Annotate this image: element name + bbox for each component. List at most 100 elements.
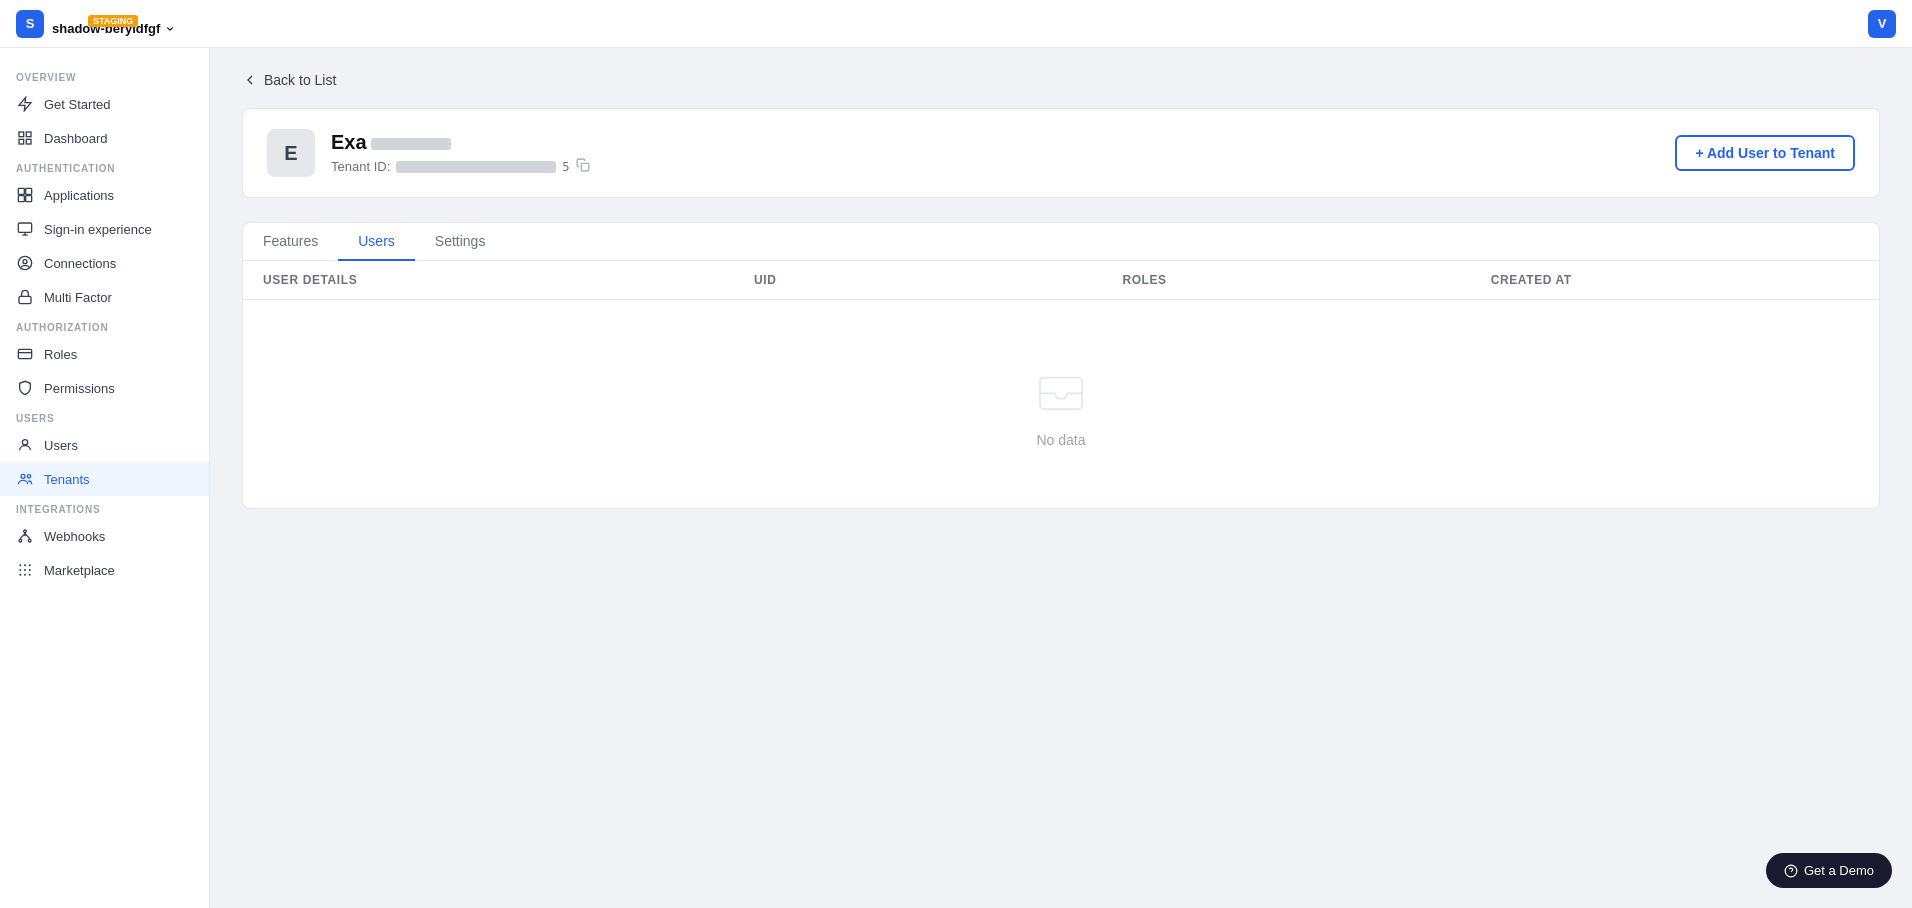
svg-rect-7 <box>18 196 24 202</box>
back-link-text: Back to List <box>264 72 336 88</box>
svg-point-31 <box>29 574 31 576</box>
col-created-at: Created At <box>1491 273 1859 287</box>
sidebar-item-label: Multi Factor <box>44 290 112 305</box>
svg-rect-9 <box>18 223 31 232</box>
sidebar-item-label: Get Started <box>44 97 110 112</box>
get-demo-button[interactable]: Get a Demo <box>1766 853 1892 888</box>
sidebar-section-overview: OVERVIEW <box>0 64 209 87</box>
staging-badge: STAGING <box>88 15 138 27</box>
svg-point-30 <box>24 574 26 576</box>
lock-icon <box>16 288 34 306</box>
sidebar-item-get-started[interactable]: Get Started <box>0 87 209 121</box>
svg-rect-32 <box>581 163 589 171</box>
svg-rect-2 <box>26 132 31 137</box>
id-card-icon <box>16 345 34 363</box>
sidebar-item-label: Marketplace <box>44 563 115 578</box>
svg-point-22 <box>28 539 31 542</box>
sidebar-item-label: Dashboard <box>44 131 108 146</box>
tab-settings[interactable]: Settings <box>415 223 506 261</box>
app-icon: S <box>16 10 44 38</box>
sidebar-item-multi-factor[interactable]: Multi Factor <box>0 280 209 314</box>
sidebar-section-authz: AUTHORIZATION <box>0 314 209 337</box>
svg-point-21 <box>19 539 22 542</box>
topbar-brand: STAGING shadow-beryldfgf <box>52 11 176 36</box>
svg-point-20 <box>24 530 27 533</box>
topbar-left: S STAGING shadow-beryldfgf <box>16 10 176 38</box>
tenant-id-label: Tenant ID: <box>331 159 390 174</box>
bolt-icon <box>16 95 34 113</box>
sidebar-section-auth: AUTHENTICATION <box>0 155 209 178</box>
svg-point-17 <box>22 440 27 445</box>
apps-icon <box>16 186 34 204</box>
grid-icon <box>16 129 34 147</box>
svg-point-24 <box>24 564 26 566</box>
sidebar: OVERVIEW Get Started Dashboard AUTHENTIC… <box>0 48 210 908</box>
sidebar-item-label: Users <box>44 438 78 453</box>
svg-point-23 <box>19 564 21 566</box>
demo-btn-label: Get a Demo <box>1804 863 1874 878</box>
col-user-details: User Details <box>263 273 754 287</box>
svg-point-27 <box>24 569 26 571</box>
back-link[interactable]: Back to List <box>242 72 336 88</box>
webhook-icon <box>16 527 34 545</box>
tab-features[interactable]: Features <box>243 223 338 261</box>
sidebar-item-sign-in-experience[interactable]: Sign-in experience <box>0 212 209 246</box>
sidebar-item-dashboard[interactable]: Dashboard <box>0 121 209 155</box>
svg-point-18 <box>21 474 25 478</box>
svg-rect-3 <box>26 139 31 144</box>
shield-icon <box>16 379 34 397</box>
svg-point-28 <box>29 569 31 571</box>
grid-dots-icon <box>16 561 34 579</box>
tab-users[interactable]: Users <box>338 223 415 261</box>
sidebar-section-users: USERS <box>0 405 209 428</box>
no-data-text: No data <box>1036 432 1085 448</box>
tenant-name: Exa <box>331 131 590 154</box>
main-content: Back to List E Exa Tenant ID: 5 <box>210 48 1912 908</box>
tenant-avatar: E <box>267 129 315 177</box>
tabs: Features Users Settings <box>243 223 1879 261</box>
table-header: User Details UID Roles Created At <box>243 261 1879 300</box>
topbar-right: V <box>1868 10 1896 38</box>
svg-rect-6 <box>26 188 32 194</box>
sidebar-item-applications[interactable]: Applications <box>0 178 209 212</box>
add-user-button[interactable]: + Add User to Tenant <box>1675 135 1855 171</box>
svg-rect-1 <box>19 132 24 137</box>
tenant-info: E Exa Tenant ID: 5 <box>267 129 590 177</box>
layout: OVERVIEW Get Started Dashboard AUTHENTIC… <box>0 48 1912 908</box>
sidebar-item-tenants[interactable]: Tenants <box>0 462 209 496</box>
svg-point-29 <box>19 574 21 576</box>
sidebar-item-permissions[interactable]: Permissions <box>0 371 209 405</box>
sidebar-item-label: Sign-in experience <box>44 222 152 237</box>
tenant-id-suffix: 5 <box>562 160 569 174</box>
table-container: Features Users Settings User Details UID… <box>242 222 1880 509</box>
user-circle-icon <box>16 254 34 272</box>
svg-marker-0 <box>19 97 31 110</box>
sidebar-item-label: Connections <box>44 256 116 271</box>
sidebar-item-connections[interactable]: Connections <box>0 246 209 280</box>
sidebar-item-marketplace[interactable]: Marketplace <box>0 553 209 587</box>
no-data-state: No data <box>243 300 1879 508</box>
chevron-left-icon <box>242 72 258 88</box>
people-icon <box>16 470 34 488</box>
svg-rect-4 <box>19 139 24 144</box>
svg-point-19 <box>27 475 30 478</box>
person-icon <box>16 436 34 454</box>
tenant-id-row: Tenant ID: 5 <box>331 158 590 175</box>
sidebar-section-integrations: INTEGRATIONS <box>0 496 209 519</box>
topbar: S STAGING shadow-beryldfgf V <box>0 0 1912 48</box>
sidebar-item-label: Roles <box>44 347 77 362</box>
monitor-icon <box>16 220 34 238</box>
sidebar-item-webhooks[interactable]: Webhooks <box>0 519 209 553</box>
copy-icon[interactable] <box>576 158 590 175</box>
sidebar-item-label: Permissions <box>44 381 115 396</box>
user-avatar[interactable]: V <box>1868 10 1896 38</box>
col-uid: UID <box>754 273 1122 287</box>
empty-inbox-icon <box>1033 360 1089 420</box>
svg-rect-8 <box>26 196 32 202</box>
sidebar-item-users[interactable]: Users <box>0 428 209 462</box>
tenant-card: E Exa Tenant ID: 5 + Add User to Te <box>242 108 1880 198</box>
col-roles: Roles <box>1122 273 1490 287</box>
sidebar-item-label: Tenants <box>44 472 90 487</box>
sidebar-item-roles[interactable]: Roles <box>0 337 209 371</box>
svg-rect-5 <box>18 188 24 194</box>
